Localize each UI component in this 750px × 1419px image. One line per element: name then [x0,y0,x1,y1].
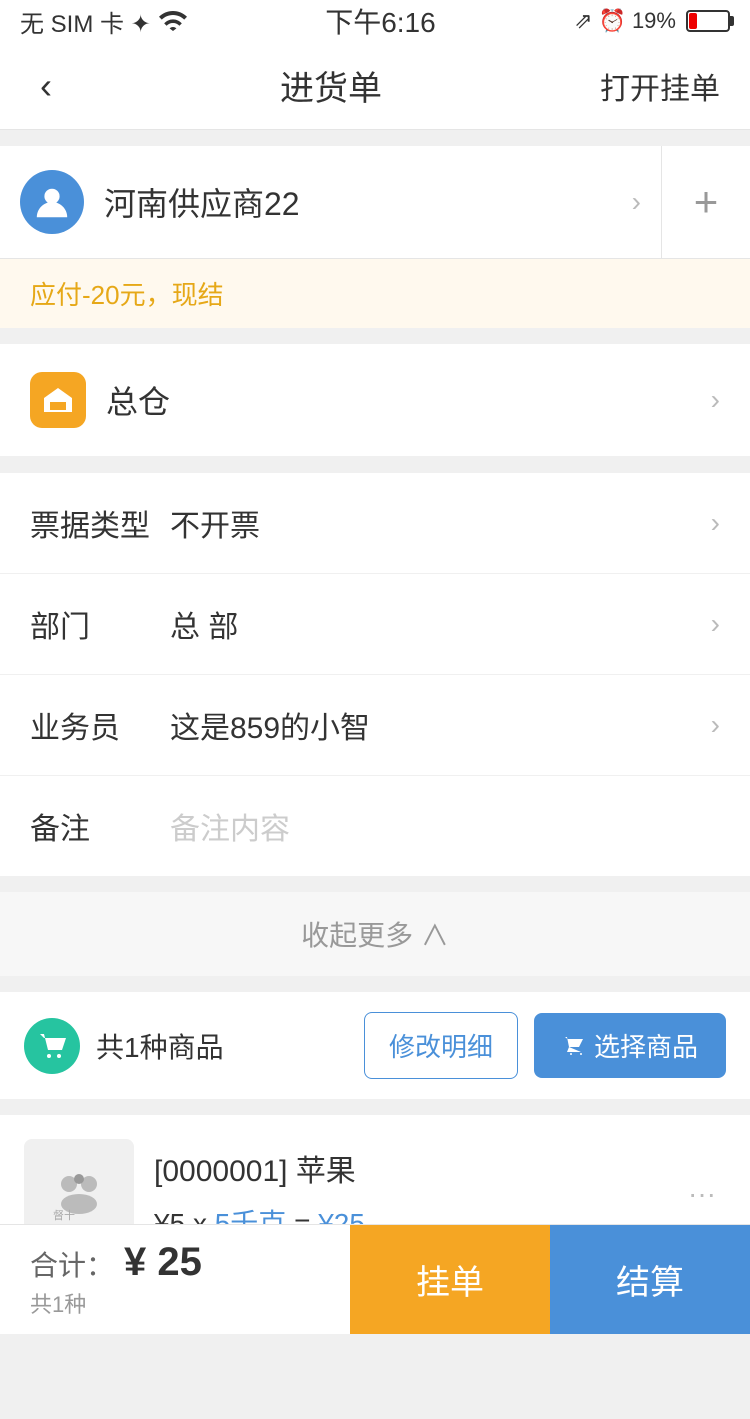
supplier-notice: 应付-20元，现结 [0,259,750,328]
salesperson-value: 这是859的小智 [160,703,711,747]
form-section: 票据类型 不开票 › 部门 总 部 › 业务员 这是859的小智 › 备注 备注… [0,473,750,876]
edit-detail-button[interactable]: 修改明细 [364,1012,518,1079]
status-left: 无 SIM 卡 ✦ [20,4,187,39]
products-count-label: 共1种商品 [96,1026,348,1066]
collapse-button[interactable]: 收起更多 ∧ [0,892,750,976]
total-label: 合计： [30,1244,114,1284]
alarm-icon: ⏰ [599,8,626,34]
status-bar: 无 SIM 卡 ✦ 下午6:16 ⇗ ⏰ 19% [0,0,750,42]
supplier-chevron-icon: › [632,186,641,218]
ticket-type-label: 票据类型 [30,501,160,545]
wifi-icon [159,11,187,31]
department-chevron-icon: › [711,608,720,640]
footer-total: 合计： ¥ 25 共1种 [0,1225,350,1334]
salesperson-label: 业务员 [30,703,160,747]
total-amount: ¥ 25 [124,1240,202,1285]
product-placeholder-icon: 督十 [49,1164,109,1224]
shopping-icon [36,1030,68,1062]
ticket-type-value: 不开票 [160,501,711,545]
warehouse-row[interactable]: 总仓 › [0,344,750,457]
battery-text: 19% [632,8,676,34]
products-icon-bg [24,1018,80,1074]
pending-button[interactable]: 挂单 [350,1225,550,1334]
department-row[interactable]: 部门 总 部 › [0,574,750,675]
remark-value[interactable]: 备注内容 [160,804,720,848]
signal-text: 无 SIM 卡 ✦ [20,4,151,39]
remark-label: 备注 [30,804,160,848]
battery-icon [686,10,730,32]
supplier-section: 河南供应商22 › + 应付-20元，现结 [0,146,750,328]
open-pending-button[interactable]: 打开挂单 [600,64,720,108]
supplier-row[interactable]: 河南供应商22 › [0,146,662,258]
ticket-type-chevron-icon: › [711,507,720,539]
warehouse-icon [42,384,74,416]
cart-add-icon [562,1034,586,1058]
page-title: 进货单 [280,61,382,110]
total-sub: 共1种 [30,1287,320,1319]
svg-text:督十: 督十 [53,1208,75,1222]
warehouse-name: 总仓 [106,377,711,423]
select-product-label: 选择商品 [594,1027,698,1064]
add-supplier-button[interactable]: + [662,146,750,258]
status-right: ⇗ ⏰ 19% [574,8,730,34]
department-value: 总 部 [160,602,711,646]
nav-bar: ‹ 进货单 打开挂单 [0,42,750,130]
salesperson-row[interactable]: 业务员 这是859的小智 › [0,675,750,776]
products-header: 共1种商品 修改明细 选择商品 [0,992,750,1099]
product-name: [0000001] 苹果 [154,1146,658,1190]
warehouse-icon-bg [30,372,86,428]
supplier-avatar [20,170,84,234]
back-button[interactable]: ‹ [30,55,62,117]
status-time: 下午6:16 [325,1,436,41]
department-label: 部门 [30,602,160,646]
person-icon [33,183,71,221]
product-more-button[interactable]: ··· [678,1168,726,1220]
ticket-type-row[interactable]: 票据类型 不开票 › [0,473,750,574]
supplier-name: 河南供应商22 [104,179,632,225]
salesperson-chevron-icon: › [711,709,720,741]
warehouse-chevron-icon: › [711,384,720,416]
remark-row[interactable]: 备注 备注内容 [0,776,750,876]
location-icon: ⇗ [574,8,592,34]
settle-button[interactable]: 结算 [550,1225,750,1334]
select-product-button[interactable]: 选择商品 [534,1013,726,1078]
warehouse-section: 总仓 › [0,344,750,457]
products-section: 共1种商品 修改明细 选择商品 [0,992,750,1099]
footer: 合计： ¥ 25 共1种 挂单 结算 [0,1224,750,1334]
